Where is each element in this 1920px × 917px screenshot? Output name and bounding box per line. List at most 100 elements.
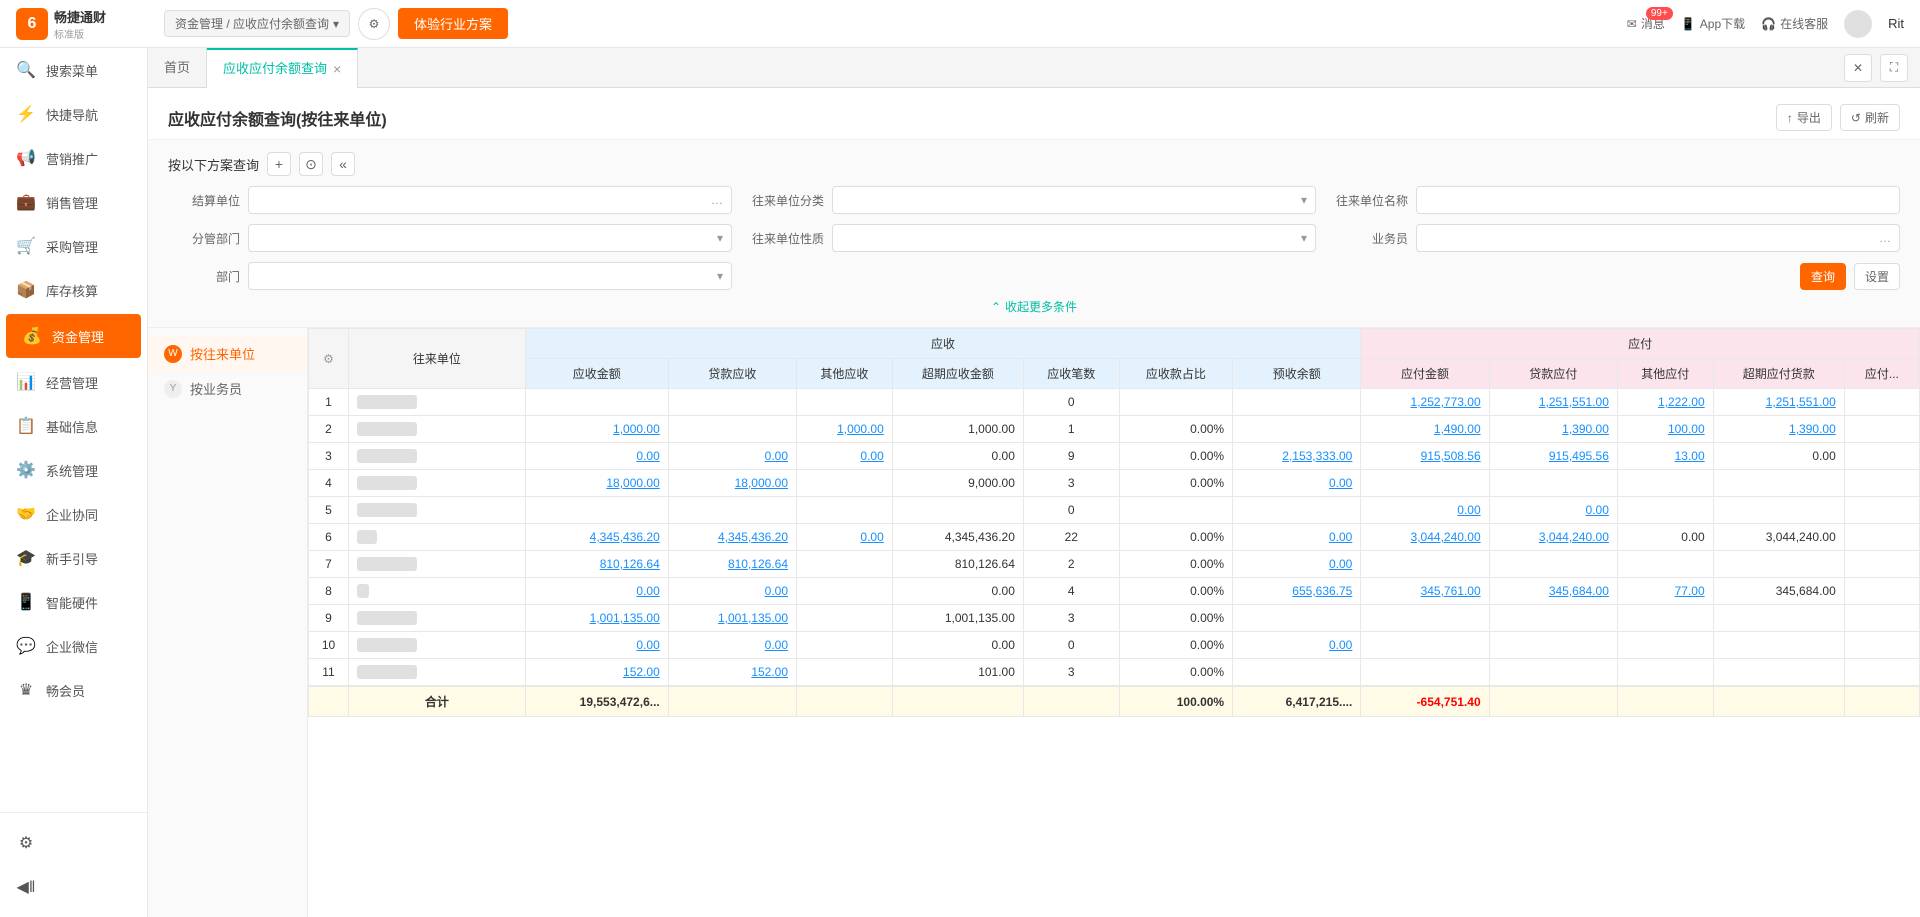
col-other-payable: 其他应付 — [1617, 359, 1713, 389]
refresh-icon: ↺ — [1851, 111, 1861, 125]
sidebar-item-inventory[interactable]: 📦 库存核算 — [0, 268, 147, 312]
content-area: W 按往来单位 Y 按业务员 ⚙ 往来单位 应收 应付 — [148, 328, 1920, 917]
filter-input-subdept[interactable]: ▾ — [248, 262, 732, 290]
col-overdue-receivable: 超期应收金额 — [892, 359, 1023, 389]
table-row: 11 152.00 152.00 101.00 3 0.00% — [309, 659, 1920, 687]
filter-input-settlement[interactable]: … — [248, 186, 732, 214]
tab-action-close-all[interactable]: ✕ — [1844, 54, 1872, 82]
sidebar-item-collab[interactable]: 🤝 企业协同 — [0, 492, 147, 536]
trial-button[interactable]: 体验行业方案 — [398, 8, 508, 39]
row-no: 1 — [309, 389, 349, 416]
filter-input-category[interactable]: ▾ — [832, 186, 1316, 214]
filter-settings-btn[interactable]: ⊙ — [299, 152, 323, 176]
filter-add-btn[interactable]: + — [267, 152, 291, 176]
footer-label: 合计 — [349, 686, 526, 717]
sidebar-label-vip: 畅会员 — [46, 681, 85, 700]
query-option-unit[interactable]: W 按往来单位 — [148, 336, 307, 371]
filter-input-salesman[interactable]: … — [1416, 224, 1900, 252]
gear-icon: ⚙ — [16, 833, 36, 853]
filter-input-nature[interactable]: ▾ — [832, 224, 1316, 252]
sidebar-label-hardware: 智能硬件 — [46, 593, 98, 612]
query-button[interactable]: 查询 — [1800, 263, 1846, 290]
sidebar-label-marketing: 营销推广 — [46, 149, 98, 168]
query-icon-salesman: Y — [164, 380, 182, 398]
app-name: 畅捷通财 — [54, 7, 106, 26]
tab-close-icon[interactable]: × — [333, 49, 341, 89]
sidebar-label-purchase: 采购管理 — [46, 237, 98, 256]
filter-row1: 按以下方案查询 + ⊙ « — [168, 152, 1900, 176]
refresh-button[interactable]: ↺ 刷新 — [1840, 104, 1900, 131]
page-body: 应收应付余额查询(按往来单位) ↑ 导出 ↺ 刷新 按以下方案查询 + ⊙ « — [148, 88, 1920, 917]
header-breadcrumb[interactable]: 资金管理 / 应收应付余额查询 ▾ — [164, 10, 350, 37]
sidebar-label-sales: 销售管理 — [46, 193, 98, 212]
table-wrapper: ⚙ 往来单位 应收 应付 应收金额 贷款应收 其他应收 超期应收金额 应收笔数 … — [308, 328, 1920, 917]
col-settings[interactable]: ⚙ — [309, 329, 349, 389]
sidebar-item-finance[interactable]: 💰 资金管理 — [6, 314, 141, 358]
online-service-item[interactable]: 🎧 在线客服 — [1761, 15, 1828, 32]
col-payable-amount: 应付金额 — [1361, 359, 1489, 389]
sidebar-label-quicknav: 快捷导航 — [46, 105, 98, 124]
sidebar-bottom: ⚙ ◀‖ — [0, 812, 147, 917]
table-row: 8 0.00 0.00 0.00 4 0.00% 655,636.75 345,… — [309, 578, 1920, 605]
filter-input-name[interactable] — [1416, 186, 1900, 214]
table-row: 9 1,001,135.00 1,001,135.00 1,001,135.00… — [309, 605, 1920, 632]
wechat-icon: 💬 — [16, 636, 36, 656]
col-loan-payable: 贷款应付 — [1489, 359, 1617, 389]
tab-active[interactable]: 应收应付余额查询 × — [207, 48, 358, 88]
sidebar-item-guide[interactable]: 🎓 新手引导 — [0, 536, 147, 580]
query-option-salesman[interactable]: Y 按业务员 — [148, 371, 307, 406]
table-footer-row: 合计 19,553,472,6... 100.00% 6,417,215....… — [309, 686, 1920, 717]
query-label-unit: 按往来单位 — [190, 344, 255, 363]
settings-button[interactable]: 设置 — [1854, 263, 1900, 290]
finance-icon: 💰 — [22, 326, 42, 346]
chevron-category-icon: ▾ — [1301, 193, 1307, 207]
app-download-item[interactable]: 📱 App下载 — [1681, 15, 1745, 32]
sidebar-label-operations: 经营管理 — [46, 373, 98, 392]
header-right: ✉ 消息 99+ 📱 App下载 🎧 在线客服 Rit — [1627, 10, 1904, 38]
filter-back-btn[interactable]: « — [331, 152, 355, 176]
user-avatar[interactable] — [1844, 10, 1872, 38]
filter-input-dept[interactable]: ▾ — [248, 224, 732, 252]
filter-item-nature: 往来单位性质 ▾ — [752, 224, 1316, 252]
sidebar: 🔍 搜索菜单 ⚡ 快捷导航 📢 营销推广 💼 销售管理 🛒 采购管理 📦 库存核… — [0, 48, 148, 917]
tab-home[interactable]: 首页 — [148, 48, 207, 88]
sidebar-item-hardware[interactable]: 📱 智能硬件 — [0, 580, 147, 624]
sidebar-item-purchase[interactable]: 🛒 采购管理 — [0, 224, 147, 268]
sidebar-item-operations[interactable]: 📊 经营管理 — [0, 360, 147, 404]
quicknav-icon: ⚡ — [16, 104, 36, 124]
filter-item-category: 往来单位分类 ▾ — [752, 186, 1316, 214]
collab-icon: 🤝 — [16, 504, 36, 524]
sidebar-item-quicknav[interactable]: ⚡ 快捷导航 — [0, 92, 147, 136]
sidebar-item-basic-info[interactable]: 📋 基础信息 — [0, 404, 147, 448]
filter-item-dept: 分管部门 ▾ — [168, 224, 732, 252]
sidebar-item-sales[interactable]: 💼 销售管理 — [0, 180, 147, 224]
messages-item[interactable]: ✉ 消息 99+ — [1627, 15, 1665, 32]
page-title: 应收应付余额查询(按往来单位) — [168, 106, 387, 130]
app-logo-icon: 6 — [16, 8, 48, 40]
sidebar-item-system[interactable]: ⚙️ 系统管理 — [0, 448, 147, 492]
query-icon-unit: W — [164, 345, 182, 363]
row-name — [349, 389, 526, 416]
header-settings-icon[interactable]: ⚙ — [358, 8, 390, 40]
sidebar-item-settings-bottom[interactable]: ⚙ — [0, 821, 147, 865]
col-other-receivable: 其他应收 — [797, 359, 893, 389]
export-button[interactable]: ↑ 导出 — [1776, 104, 1832, 131]
guide-icon: 🎓 — [16, 548, 36, 568]
search-icon: 🔍 — [16, 60, 36, 80]
page-actions: ↑ 导出 ↺ 刷新 — [1776, 104, 1900, 131]
collapse-more-btn[interactable]: ⌃ 收起更多条件 — [168, 298, 1900, 315]
top-header: 6 畅捷通财 标准版 资金管理 / 应收应付余额查询 ▾ ⚙ 体验行业方案 ✉ … — [0, 0, 1920, 48]
col-group-receivable: 应收 — [525, 329, 1361, 359]
operations-icon: 📊 — [16, 372, 36, 392]
col-payable-extra: 应付... — [1844, 359, 1919, 389]
sidebar-item-vip[interactable]: ♛ 畅会员 — [0, 668, 147, 712]
table-row: 5 0 0.00 0.00 — [309, 497, 1920, 524]
sidebar-item-search[interactable]: 🔍 搜索菜单 — [0, 48, 147, 92]
sidebar-label-collab: 企业协同 — [46, 505, 98, 524]
sidebar-item-marketing[interactable]: 📢 营销推广 — [0, 136, 147, 180]
col-count: 应收笔数 — [1023, 359, 1119, 389]
sidebar-item-collapse[interactable]: ◀‖ — [0, 865, 147, 909]
col-counterparty: 往来单位 — [349, 329, 526, 389]
tab-action-maximize[interactable]: ⛶ — [1880, 54, 1908, 82]
sidebar-item-wechat[interactable]: 💬 企业微信 — [0, 624, 147, 668]
